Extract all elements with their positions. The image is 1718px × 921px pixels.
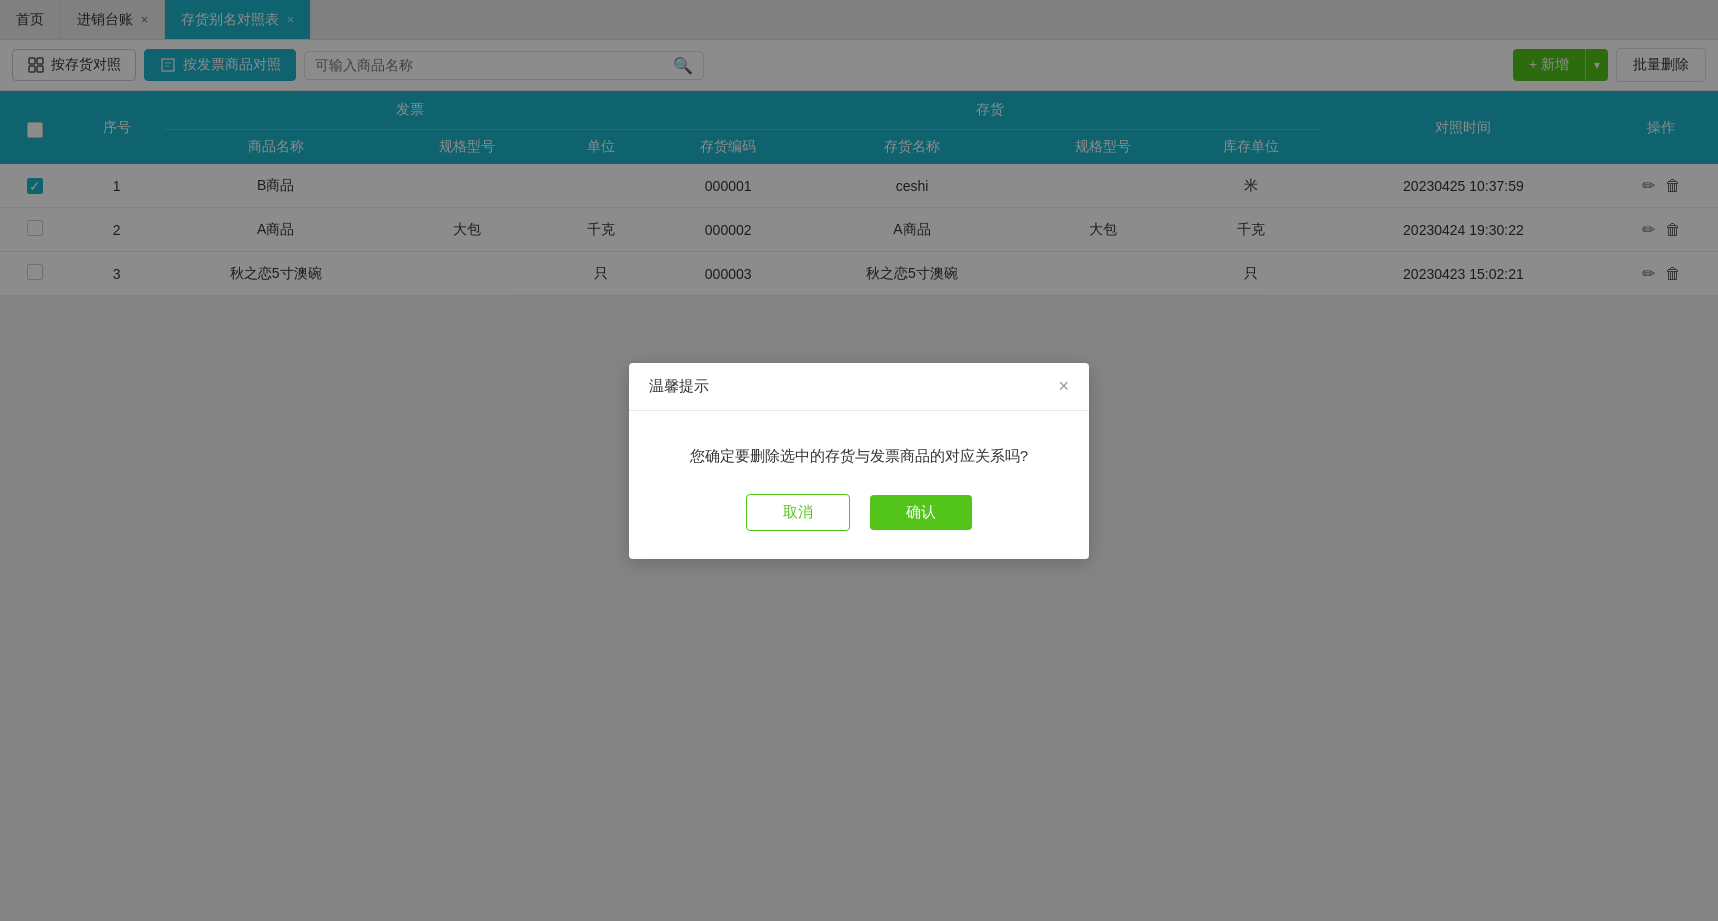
modal-overlay: 温馨提示 × 您确定要删除选中的存货与发票商品的对应关系吗? 取消 确认 — [0, 0, 1718, 296]
